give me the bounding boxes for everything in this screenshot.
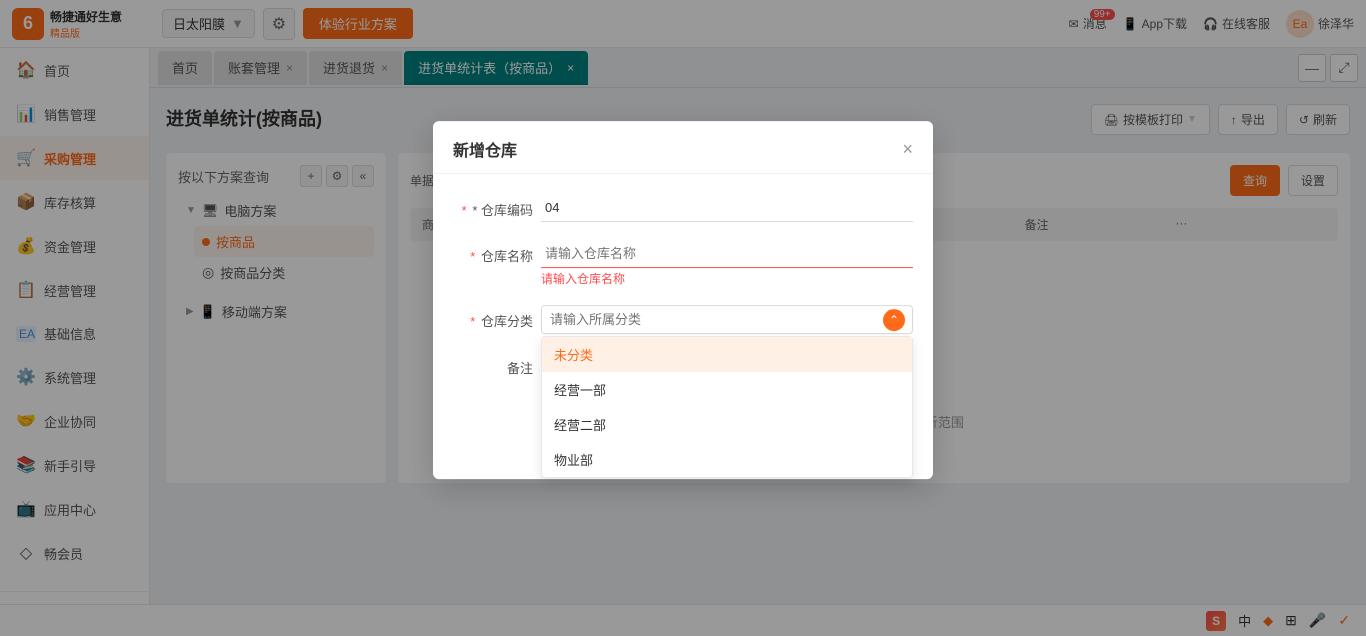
required-mark: * bbox=[462, 203, 467, 218]
code-label: * * 仓库编码 bbox=[453, 194, 533, 219]
modal-title: 新增仓库 bbox=[453, 137, 517, 161]
required-mark-cat: * bbox=[470, 314, 475, 329]
modal-header: 新增仓库 × bbox=[433, 121, 933, 174]
remark-label: 备注 bbox=[453, 352, 533, 377]
code-input-wrapper bbox=[541, 194, 913, 222]
modal-close-button[interactable]: × bbox=[902, 139, 913, 160]
category-field-row: * 仓库分类 ⌃ 未分类 经营一部 经营二部 物业部 bbox=[453, 305, 913, 334]
dropdown-item-uncategorized[interactable]: 未分类 bbox=[542, 337, 912, 372]
name-input-wrapper: 请输入仓库名称 bbox=[541, 240, 913, 287]
name-field-row: * 仓库名称 请输入仓库名称 bbox=[453, 240, 913, 287]
name-error: 请输入仓库名称 bbox=[541, 270, 913, 287]
category-dropdown-toggle[interactable]: ⌃ bbox=[883, 309, 905, 331]
category-input[interactable] bbox=[541, 305, 913, 334]
name-label: * 仓库名称 bbox=[453, 240, 533, 265]
name-input[interactable] bbox=[541, 240, 913, 268]
new-warehouse-modal: 新增仓库 × * * 仓库编码 * 仓库名称 请输入仓库名称 bbox=[433, 121, 933, 479]
modal-body: * * 仓库编码 * 仓库名称 请输入仓库名称 * 仓库分类 bbox=[433, 174, 933, 418]
dropdown-item-dept1[interactable]: 经营一部 bbox=[542, 372, 912, 407]
category-label: * 仓库分类 bbox=[453, 305, 533, 330]
dropdown-item-dept2[interactable]: 经营二部 bbox=[542, 407, 912, 442]
required-mark-name: * bbox=[470, 249, 475, 264]
code-field-row: * * 仓库编码 bbox=[453, 194, 913, 222]
category-select-wrapper: ⌃ 未分类 经营一部 经营二部 物业部 bbox=[541, 305, 913, 334]
category-dropdown: 未分类 经营一部 经营二部 物业部 bbox=[541, 336, 913, 478]
code-input[interactable] bbox=[541, 194, 913, 222]
dropdown-item-dept3[interactable]: 物业部 bbox=[542, 442, 912, 477]
